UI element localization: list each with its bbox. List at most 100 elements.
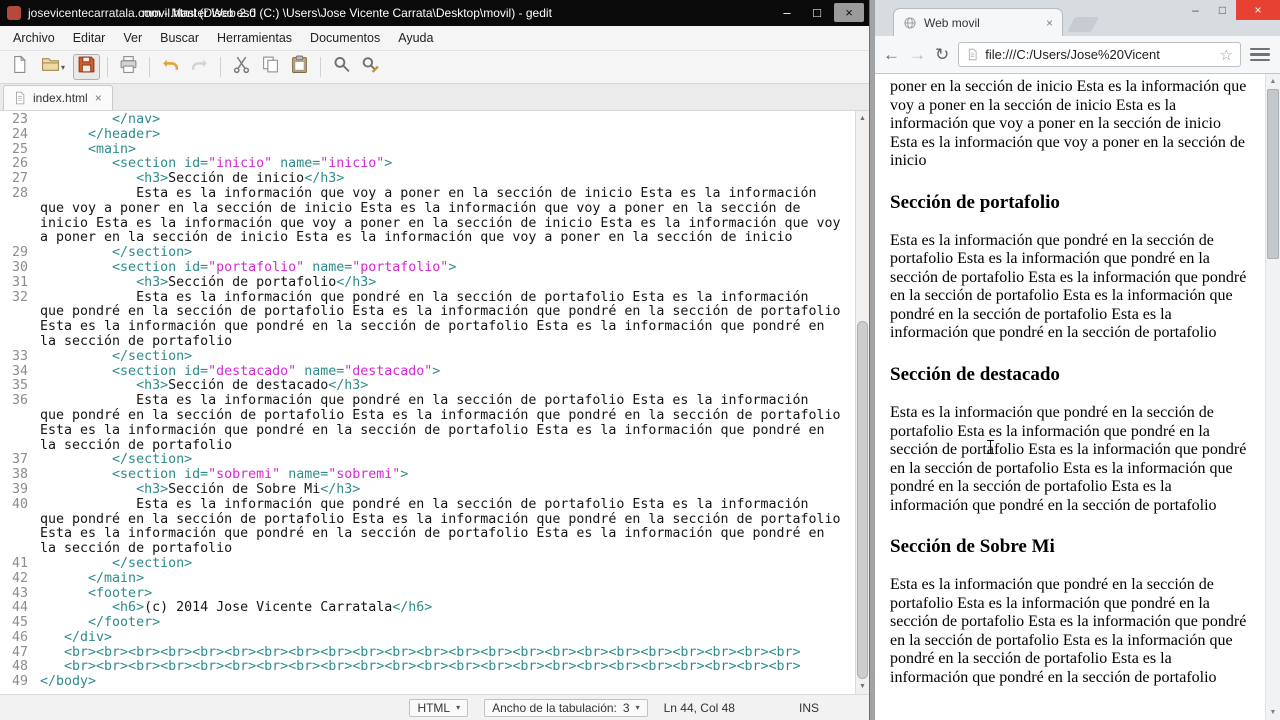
gedit-statusbar: HTML ▾ Ancho de la tabulación: 3 ▾ Ln 44…	[0, 694, 869, 720]
code-row: 31 <h3>Sección de portafolio</h3>	[2, 274, 855, 291]
tab-index-html[interactable]: index.html ×	[3, 85, 113, 110]
code-row: la sección de portafolio	[2, 334, 855, 350]
new-file-icon	[10, 55, 29, 79]
browser-scrollbar-thumb[interactable]	[1267, 89, 1279, 259]
code-row: 41 </section>	[2, 556, 855, 572]
close-button[interactable]: ×	[1236, 0, 1280, 20]
code-row: que pondré en la sección de portafolio E…	[2, 408, 855, 424]
maximize-button[interactable]: □	[1209, 0, 1236, 20]
code-row: 28 Esta es la información que voy a pone…	[2, 185, 855, 202]
tab-close-icon[interactable]: ×	[94, 91, 103, 105]
new-tab-button[interactable]	[1067, 17, 1099, 32]
maximize-button[interactable]: □	[804, 3, 830, 22]
browser-scrollbar[interactable]: ▲ ▼	[1265, 74, 1280, 720]
code-row: 45 </footer>	[2, 615, 855, 631]
menu-archivo[interactable]: Archivo	[4, 28, 64, 48]
replace-button[interactable]	[357, 54, 384, 80]
bookmark-star-icon[interactable]: ☆	[1220, 46, 1233, 64]
address-bar[interactable]: file:///C:/Users/Jose%20Vicent ☆	[958, 42, 1241, 67]
redo-button[interactable]	[186, 54, 213, 80]
menu-buscar[interactable]: Buscar	[151, 28, 208, 48]
chevron-down-icon: ▾	[456, 703, 461, 712]
toolbar-separator	[107, 57, 108, 77]
code-row: a poner en la sección de inicio Esta es …	[2, 230, 855, 246]
line-number	[2, 231, 28, 246]
scroll-up-icon[interactable]: ▲	[856, 112, 869, 125]
browser-titlebar[interactable]: – □ × Web movil ×	[875, 0, 1280, 36]
menu-ayuda[interactable]: Ayuda	[389, 28, 442, 48]
undo-button[interactable]	[157, 54, 184, 80]
menu-ver[interactable]: Ver	[114, 28, 151, 48]
gedit-titlebar[interactable]: josevicentecarratala.com - Master Web 2.…	[0, 0, 869, 26]
new-file-button[interactable]	[6, 54, 33, 80]
cut-button[interactable]	[228, 54, 255, 80]
menu-hamburger-icon[interactable]	[1250, 47, 1272, 62]
window-title: movil.html (Disco esd (C:) \Users\Jose V…	[142, 6, 552, 20]
code-row: 36 Esta es la información que pondré en …	[2, 393, 855, 409]
find-icon	[332, 55, 351, 79]
line-number: 44	[11, 600, 28, 616]
editor-scrollbar[interactable]: ▲ ▼	[855, 111, 869, 694]
line-number	[2, 335, 28, 350]
scroll-up-icon[interactable]: ▲	[1266, 75, 1280, 88]
line-number: 31	[11, 274, 28, 290]
line-number: 27	[11, 171, 28, 187]
code-row: 47 <br><br><br><br><br><br><br><br><br><…	[2, 644, 855, 661]
copy-button[interactable]	[257, 54, 284, 80]
language-value: HTML	[417, 700, 451, 715]
scroll-down-icon[interactable]: ▼	[856, 680, 869, 693]
line-number: 35	[11, 378, 28, 394]
reload-button[interactable]: ↻	[935, 46, 949, 63]
insert-mode-indicator: INS	[798, 700, 819, 715]
tab-width-dropdown[interactable]: Ancho de la tabulación: 3 ▾	[484, 698, 648, 717]
line-number: 43	[11, 585, 28, 601]
line-number: 45	[11, 615, 28, 631]
copy-icon	[261, 55, 280, 79]
code-row: la sección de portafolio	[2, 438, 855, 454]
gedit-tabbar: index.html ×	[0, 84, 869, 111]
save-button[interactable]	[73, 54, 100, 80]
scroll-down-icon[interactable]: ▼	[1266, 706, 1280, 719]
browser-tab[interactable]: Web movil ×	[893, 8, 1063, 36]
menu-documentos[interactable]: Documentos	[301, 28, 389, 48]
address-url[interactable]: file:///C:/Users/Jose%20Vicent	[985, 47, 1213, 62]
tab-label: index.html	[33, 91, 88, 105]
minimize-button[interactable]: –	[774, 3, 800, 22]
line-number	[2, 320, 28, 335]
toolbar-separator	[220, 57, 221, 77]
section-heading: Sección de portafolio	[890, 191, 1060, 213]
line-number	[2, 527, 28, 542]
code-row: 33 </section>	[2, 349, 855, 365]
forward-button[interactable]: →	[909, 46, 926, 63]
print-button[interactable]	[115, 54, 142, 80]
line-number: 23	[11, 112, 28, 127]
code-area[interactable]: 23 </nav> 24 </header> 25 <main> 26 <sectio…	[0, 111, 855, 694]
close-button[interactable]: ×	[834, 3, 864, 22]
back-button[interactable]: ←	[883, 46, 900, 63]
cut-icon	[232, 55, 251, 79]
editor-scrollbar-thumb[interactable]	[857, 320, 868, 679]
find-button[interactable]	[328, 54, 355, 80]
language-dropdown[interactable]: HTML ▾	[409, 698, 469, 717]
tab-width-label: Ancho de la tabulación:	[492, 700, 617, 715]
line-number: 47	[11, 644, 28, 660]
line-number: 48	[11, 659, 28, 675]
line-number: 25	[11, 141, 28, 157]
section-heading: Sección de destacado	[890, 364, 1060, 386]
line-number: 28	[11, 185, 28, 201]
menu-herramientas[interactable]: Herramientas	[208, 28, 301, 48]
line-number	[2, 305, 28, 320]
paste-button[interactable]	[286, 54, 313, 80]
code-row: 48 <br><br><br><br><br><br><br><br><br><…	[2, 660, 855, 675]
toolbar-separator	[149, 57, 150, 77]
menu-editar[interactable]: Editar	[64, 28, 115, 48]
code-row: 39 <h3>Sección de Sobre Mi</h3>	[2, 482, 855, 498]
line-number	[2, 424, 28, 439]
browser-window: – □ × Web movil × ← → ↻ file:///C:/Users…	[874, 0, 1280, 720]
browser-tab-label: Web movil	[924, 15, 980, 30]
line-number: 24	[11, 126, 28, 142]
minimize-button[interactable]: –	[1182, 0, 1209, 20]
tab-close-icon[interactable]: ×	[1046, 16, 1053, 30]
line-number	[2, 513, 28, 528]
open-folder-button[interactable]: ▾	[35, 54, 71, 80]
